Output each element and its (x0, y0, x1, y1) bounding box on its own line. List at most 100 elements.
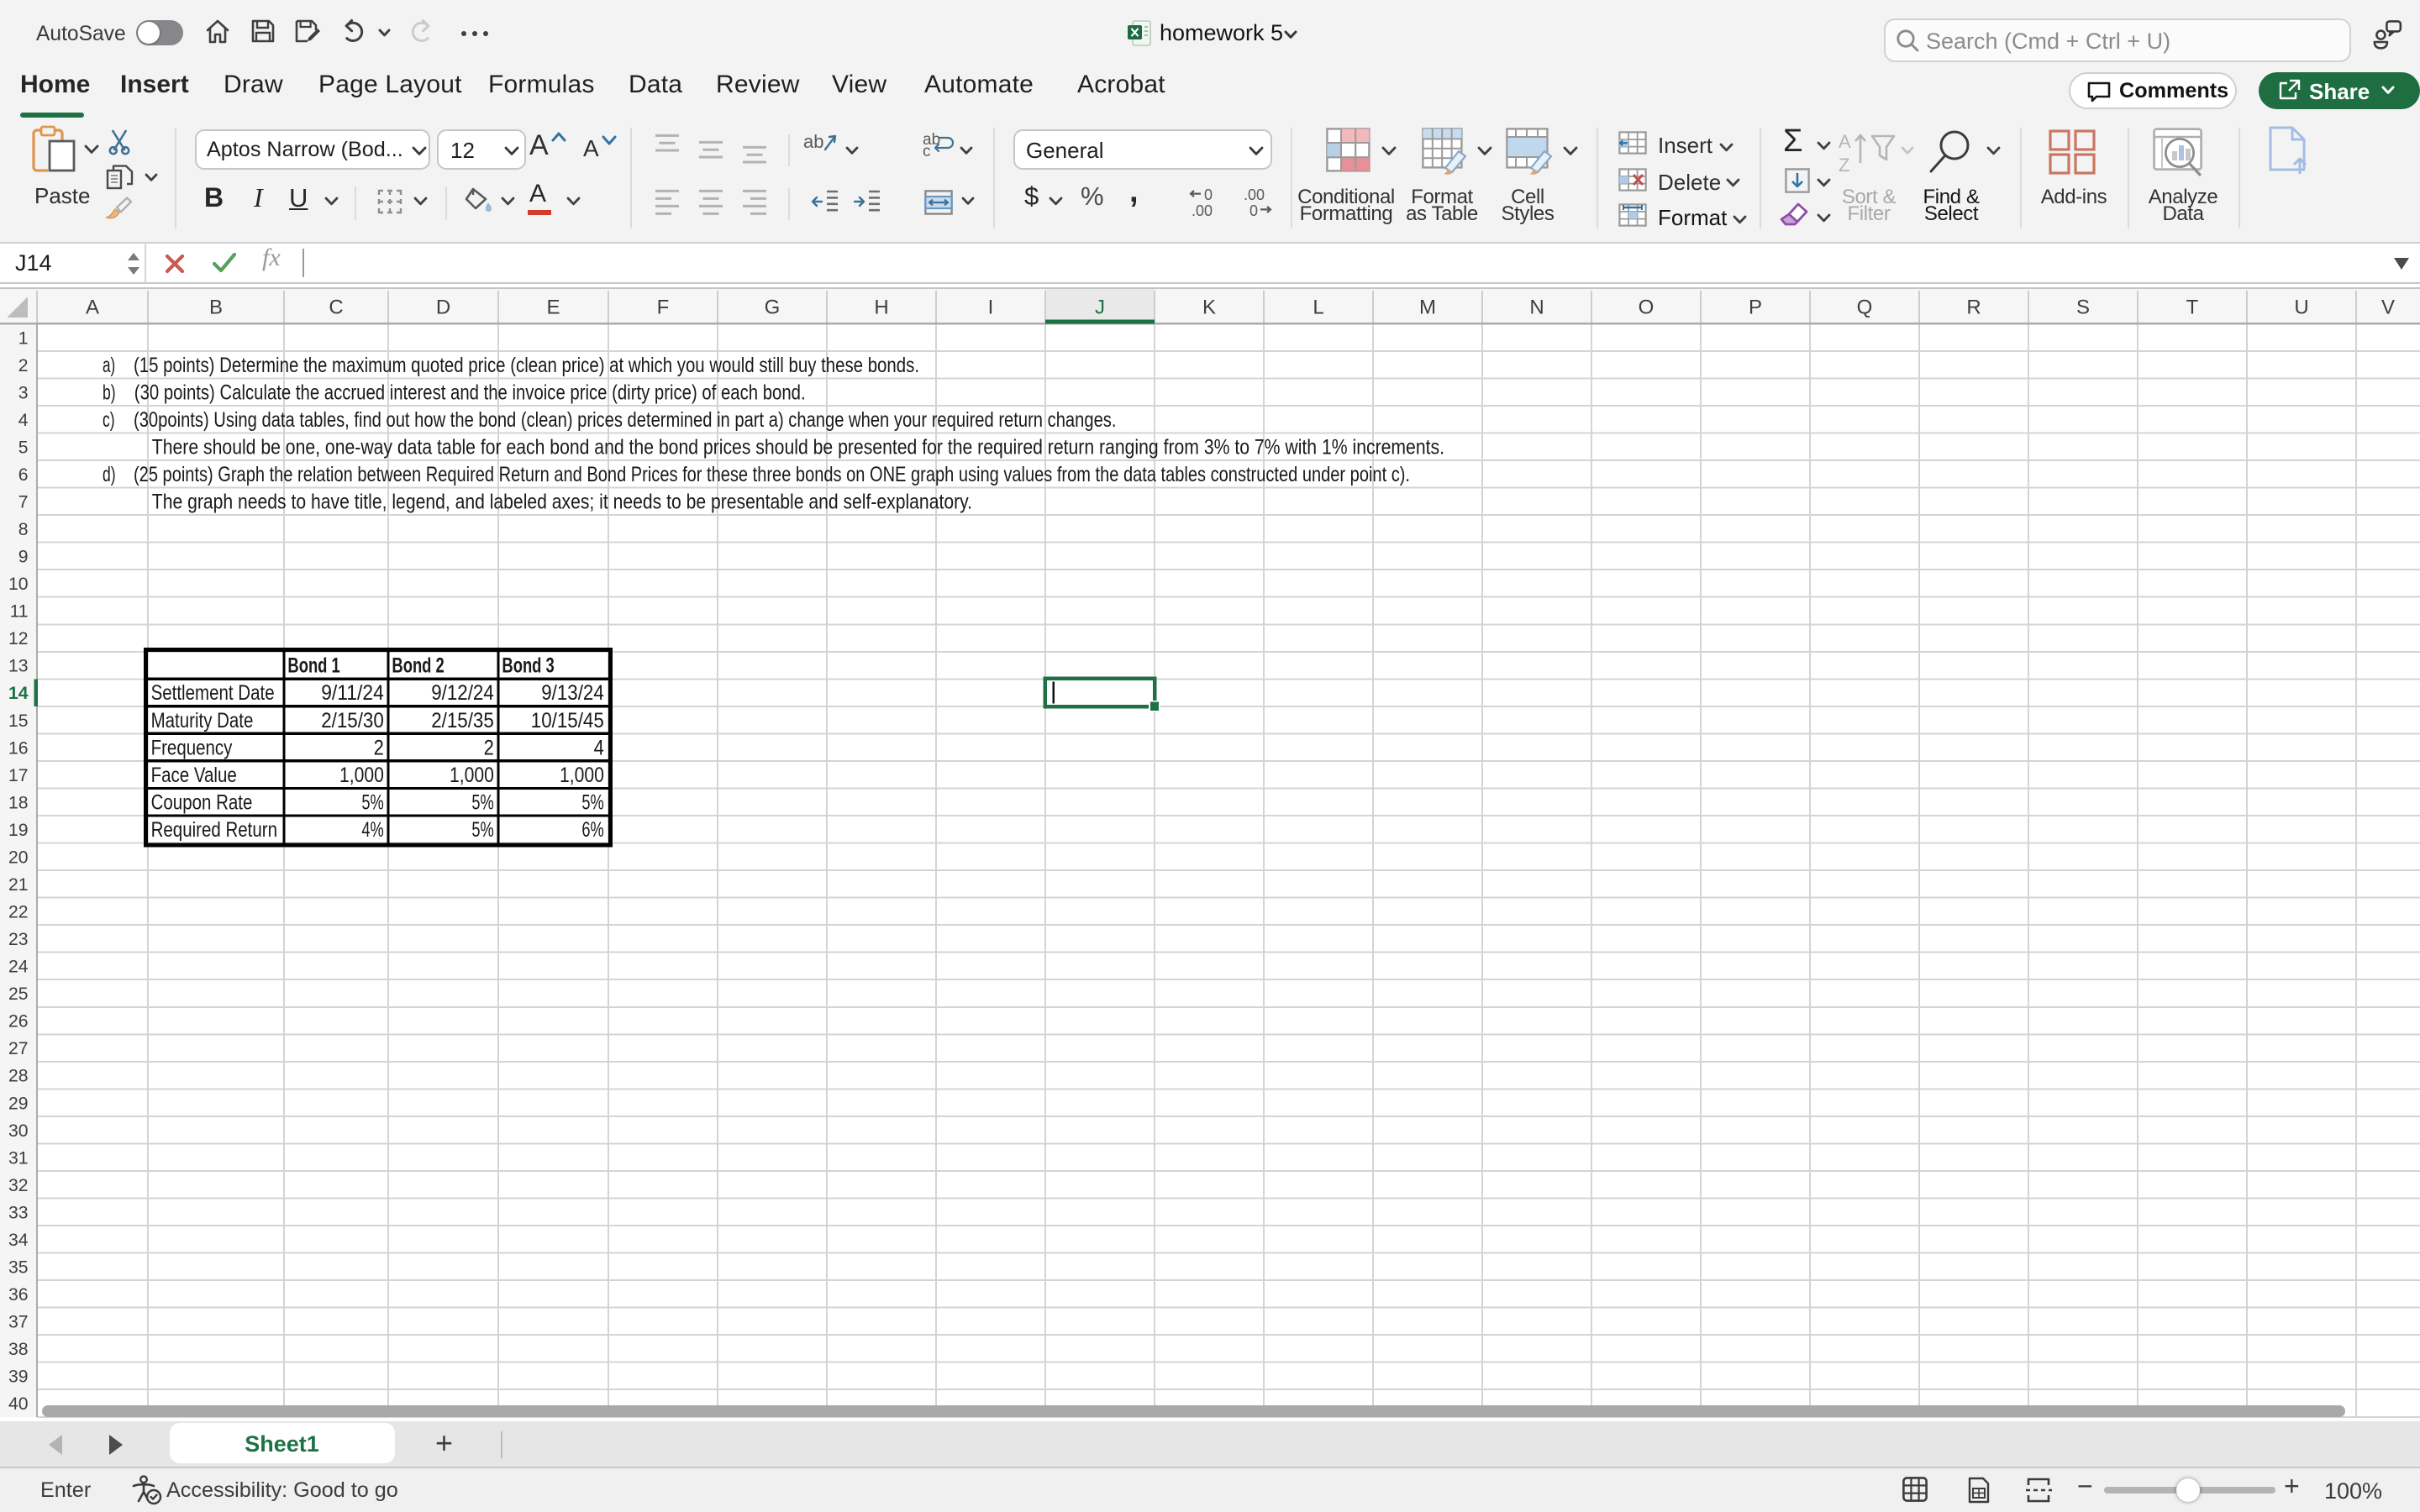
svg-text:S: S (2076, 297, 2090, 319)
svg-text:9/12/24: 9/12/24 (431, 681, 494, 705)
svg-text:Q: Q (1857, 297, 1873, 319)
svg-text:C: C (329, 297, 343, 319)
svg-text:29: 29 (8, 1094, 29, 1113)
svg-text:1,000: 1,000 (450, 764, 494, 787)
svg-text:5%: 5% (361, 790, 383, 814)
svg-text:12: 12 (8, 629, 29, 648)
svg-text:.00: .00 (1192, 202, 1213, 219)
svg-text:O: O (1639, 297, 1655, 319)
svg-text:Settlement Date: Settlement Date (151, 681, 275, 705)
svg-text:0: 0 (1249, 202, 1258, 219)
svg-text:27: 27 (8, 1039, 29, 1058)
svg-text:26: 26 (8, 1012, 29, 1032)
svg-text:.00: .00 (1244, 186, 1265, 203)
svg-text:37: 37 (8, 1313, 29, 1332)
svg-text:D: D (436, 297, 450, 319)
svg-text:10: 10 (8, 575, 29, 594)
svg-text:V: V (2381, 297, 2395, 319)
svg-text:11: 11 (10, 602, 29, 622)
svg-text:8: 8 (18, 520, 29, 539)
svg-text:(30 points) Calculate the accr: (30 points) Calculate the accrued intere… (134, 381, 806, 404)
svg-text:d): d) (103, 463, 116, 486)
svg-text:28: 28 (8, 1067, 29, 1086)
svg-text:5%: 5% (581, 790, 603, 814)
svg-text:1,000: 1,000 (339, 764, 384, 787)
svg-text:2: 2 (18, 356, 29, 375)
svg-text:6: 6 (18, 465, 29, 485)
svg-text:b): b) (103, 381, 116, 404)
svg-text:30: 30 (8, 1121, 29, 1141)
svg-text:38: 38 (8, 1340, 29, 1359)
svg-text:4: 4 (594, 736, 604, 759)
svg-text:G: G (765, 297, 781, 319)
svg-text:1: 1 (18, 328, 29, 348)
svg-text:E: E (546, 297, 560, 319)
svg-text:34: 34 (8, 1231, 29, 1250)
svg-text:35: 35 (8, 1257, 29, 1277)
svg-text:25: 25 (8, 984, 29, 1004)
svg-text:9/11/24: 9/11/24 (321, 681, 384, 705)
svg-text:0: 0 (1204, 186, 1213, 203)
svg-text:The graph needs to have title,: The graph needs to have title, legend, a… (152, 491, 972, 514)
svg-text:16: 16 (8, 738, 29, 758)
svg-text:3: 3 (18, 383, 29, 402)
svg-text:18: 18 (8, 793, 29, 812)
svg-text:4%: 4% (361, 818, 383, 842)
svg-text:J: J (1095, 297, 1105, 319)
svg-text:2: 2 (374, 736, 384, 759)
svg-text:2/15/35: 2/15/35 (431, 709, 494, 732)
svg-text:22: 22 (8, 903, 29, 922)
svg-text:31: 31 (8, 1148, 29, 1168)
svg-text:Required Return: Required Return (151, 818, 277, 842)
svg-text:Frequency: Frequency (151, 736, 233, 759)
svg-text:T: T (2186, 297, 2199, 319)
svg-text:36: 36 (8, 1285, 29, 1305)
svg-text:10/15/45: 10/15/45 (531, 709, 604, 732)
svg-text:(15 points) Determine the maxi: (15 points) Determine the maximum quoted… (134, 354, 919, 377)
svg-text:24: 24 (8, 958, 29, 977)
svg-text:7: 7 (18, 493, 29, 512)
svg-text:6%: 6% (581, 818, 603, 842)
svg-text:21: 21 (8, 875, 29, 895)
svg-text:39: 39 (8, 1368, 29, 1387)
svg-text:17: 17 (8, 766, 29, 785)
svg-text:5: 5 (18, 438, 29, 457)
svg-text:2/15/30: 2/15/30 (321, 709, 384, 732)
svg-text:19: 19 (8, 821, 29, 840)
svg-text:Bond 3: Bond 3 (502, 654, 554, 678)
svg-text:9: 9 (18, 548, 29, 567)
svg-text:20: 20 (8, 848, 29, 867)
svg-text:4: 4 (18, 411, 29, 430)
svg-text:ab: ab (803, 131, 823, 152)
svg-text:L: L (1313, 297, 1323, 319)
svg-text:A: A (1839, 131, 1851, 152)
svg-text:N: N (1529, 297, 1544, 319)
svg-text:a): a) (103, 354, 115, 377)
svg-text:15: 15 (8, 711, 29, 731)
svg-text:(25 points) Graph the relation: (25 points) Graph the relation between R… (134, 463, 1410, 486)
svg-text:Bond 2: Bond 2 (392, 654, 444, 678)
svg-text:P: P (1749, 297, 1762, 319)
svg-text:23: 23 (8, 930, 29, 949)
svg-text:9/13/24: 9/13/24 (541, 681, 604, 705)
svg-text:(30points) Using data tables,: (30points) Using data tables, find out h… (134, 408, 1117, 432)
svg-text:c): c) (103, 408, 115, 432)
svg-text:There should be one, one-way d: There should be one, one-way data table … (152, 435, 1444, 459)
svg-text:5%: 5% (471, 790, 493, 814)
svg-text:Coupon Rate: Coupon Rate (151, 790, 253, 814)
svg-text:c: c (923, 143, 931, 160)
svg-text:H: H (874, 297, 888, 319)
svg-text:B: B (209, 297, 223, 319)
svg-text:13: 13 (8, 657, 29, 676)
svg-text:Bond 1: Bond 1 (287, 654, 339, 678)
svg-text:I: I (988, 297, 994, 319)
svg-text:U: U (2294, 297, 2308, 319)
svg-text:F: F (657, 297, 670, 319)
svg-text:Face Value: Face Value (151, 764, 237, 787)
svg-text:K: K (1202, 297, 1216, 319)
svg-text:A: A (86, 297, 99, 319)
svg-text:Maturity Date: Maturity Date (151, 709, 254, 732)
svg-text:33: 33 (8, 1203, 29, 1222)
svg-text:Z: Z (1839, 155, 1849, 176)
svg-text:2: 2 (484, 736, 494, 759)
